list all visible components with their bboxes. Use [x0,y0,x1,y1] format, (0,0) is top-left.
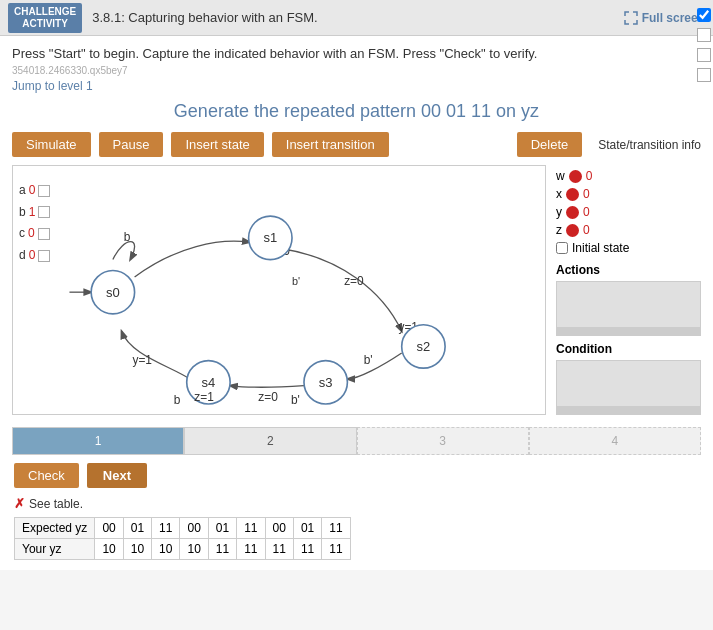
next-button[interactable]: Next [87,463,147,488]
dot-z [566,224,579,237]
svg-text:b': b' [292,275,300,287]
your-10-2: 10 [123,539,151,560]
jump-link[interactable]: Jump to level 1 [12,79,93,93]
main-content: Press "Start" to begin. Capture the indi… [0,36,713,570]
dot-y [566,206,579,219]
toolbar: Simulate Pause Insert state Insert trans… [12,132,701,157]
svg-text:b: b [174,393,181,407]
exp-11-1: 11 [152,518,180,539]
x-icon: ✗ [14,496,25,511]
exp-01-3: 01 [293,518,321,539]
challenge-badge: CHALLENGE ACTIVITY [8,3,82,33]
svg-text:s2: s2 [417,339,431,354]
actions-scrollbar[interactable] [557,327,700,335]
actions-label: Actions [556,263,701,277]
delete-button[interactable]: Delete [517,132,583,157]
initial-state-label: Initial state [572,241,629,255]
your-10-1: 10 [95,539,123,560]
io-panel: w 0 x 0 y 0 z [556,169,701,237]
expected-label: Expected yz [15,518,95,539]
progress-seg-2[interactable]: 2 [184,427,356,455]
content-area: a0 b1 c0 d0 b [12,165,701,415]
check-row: Check Next [14,463,699,488]
exp-00-1: 00 [95,518,123,539]
progress-bar: 1 2 3 4 [12,427,701,455]
table-row-your: Your yz 10 10 10 10 11 11 11 11 11 [15,539,351,560]
insert-state-button[interactable]: Insert state [171,132,263,157]
dot-w [569,170,582,183]
io-row-w: w 0 [556,169,701,183]
see-table-text: See table. [29,497,83,511]
simulate-button[interactable]: Simulate [12,132,91,157]
svg-text:y=1: y=1 [132,353,152,367]
svg-text:z=1: z=1 [194,390,214,404]
your-11-3: 11 [265,539,293,560]
side-checkbox-4[interactable] [697,68,711,82]
see-table-row: ✗ See table. [14,496,699,511]
header: CHALLENGE ACTIVITY 3.8.1: Capturing beha… [0,0,713,36]
io-row-y: y 0 [556,205,701,219]
result-table: Expected yz 00 01 11 00 01 11 00 01 11 Y… [14,517,351,560]
condition-label: Condition [556,342,701,356]
your-11-1: 11 [208,539,236,560]
progress-seg-3[interactable]: 3 [357,427,529,455]
your-11-5: 11 [322,539,350,560]
side-checkbox-2[interactable] [697,28,711,42]
svg-text:b: b [124,230,131,244]
table-row-expected: Expected yz 00 01 11 00 01 11 00 01 11 [15,518,351,539]
progress-seg-4[interactable]: 4 [529,427,701,455]
io-row-z: z 0 [556,223,701,237]
question-id: 354018.2466330.qx5bey7 [12,65,701,76]
actions-box [556,281,701,336]
generate-title: Generate the repeated pattern 00 01 11 o… [12,101,701,122]
pause-button[interactable]: Pause [99,132,164,157]
progress-seg-1[interactable]: 1 [12,427,184,455]
side-checkbox-1[interactable] [697,8,711,22]
state-trans-info-label: State/transition info [598,138,701,152]
exp-11-2: 11 [237,518,265,539]
your-label: Your yz [15,539,95,560]
io-row-x: x 0 [556,187,701,201]
svg-text:z=0: z=0 [258,390,278,404]
side-checkboxes [697,8,711,82]
exp-00-3: 00 [265,518,293,539]
right-panel-inner: Initial state Actions Condition [556,237,701,415]
dot-x [566,188,579,201]
svg-text:s1: s1 [263,230,277,245]
svg-text:b': b' [291,393,300,407]
exp-11-3: 11 [322,518,350,539]
initial-state-row: Initial state [556,241,701,255]
your-11-4: 11 [293,539,321,560]
instruction-text: Press "Start" to begin. Capture the indi… [12,46,701,61]
header-title: 3.8.1: Capturing behavior with an FSM. [92,10,623,25]
svg-text:z=0: z=0 [344,274,364,288]
condition-scrollbar[interactable] [557,406,700,414]
svg-text:s0: s0 [106,285,120,300]
svg-text:s4: s4 [202,375,216,390]
condition-box [556,360,701,415]
initial-state-checkbox[interactable] [556,242,568,254]
svg-text:b': b' [364,353,373,367]
your-10-4: 10 [180,539,208,560]
svg-text:s3: s3 [319,375,333,390]
exp-00-2: 00 [180,518,208,539]
check-button[interactable]: Check [14,463,79,488]
exp-01-2: 01 [208,518,236,539]
your-10-3: 10 [152,539,180,560]
right-panel: w 0 x 0 y 0 z [556,165,701,415]
exp-01-1: 01 [123,518,151,539]
diagram-area[interactable]: a0 b1 c0 d0 b [12,165,546,415]
insert-transition-button[interactable]: Insert transition [272,132,389,157]
your-11-2: 11 [237,539,265,560]
fullscreen-button[interactable]: Full screen [624,11,705,25]
fsm-diagram: b z=0 b' b' y=1 z=0 [13,166,545,414]
side-checkbox-3[interactable] [697,48,711,62]
bottom-area: Check Next ✗ See table. Expected yz 00 0… [12,463,701,560]
